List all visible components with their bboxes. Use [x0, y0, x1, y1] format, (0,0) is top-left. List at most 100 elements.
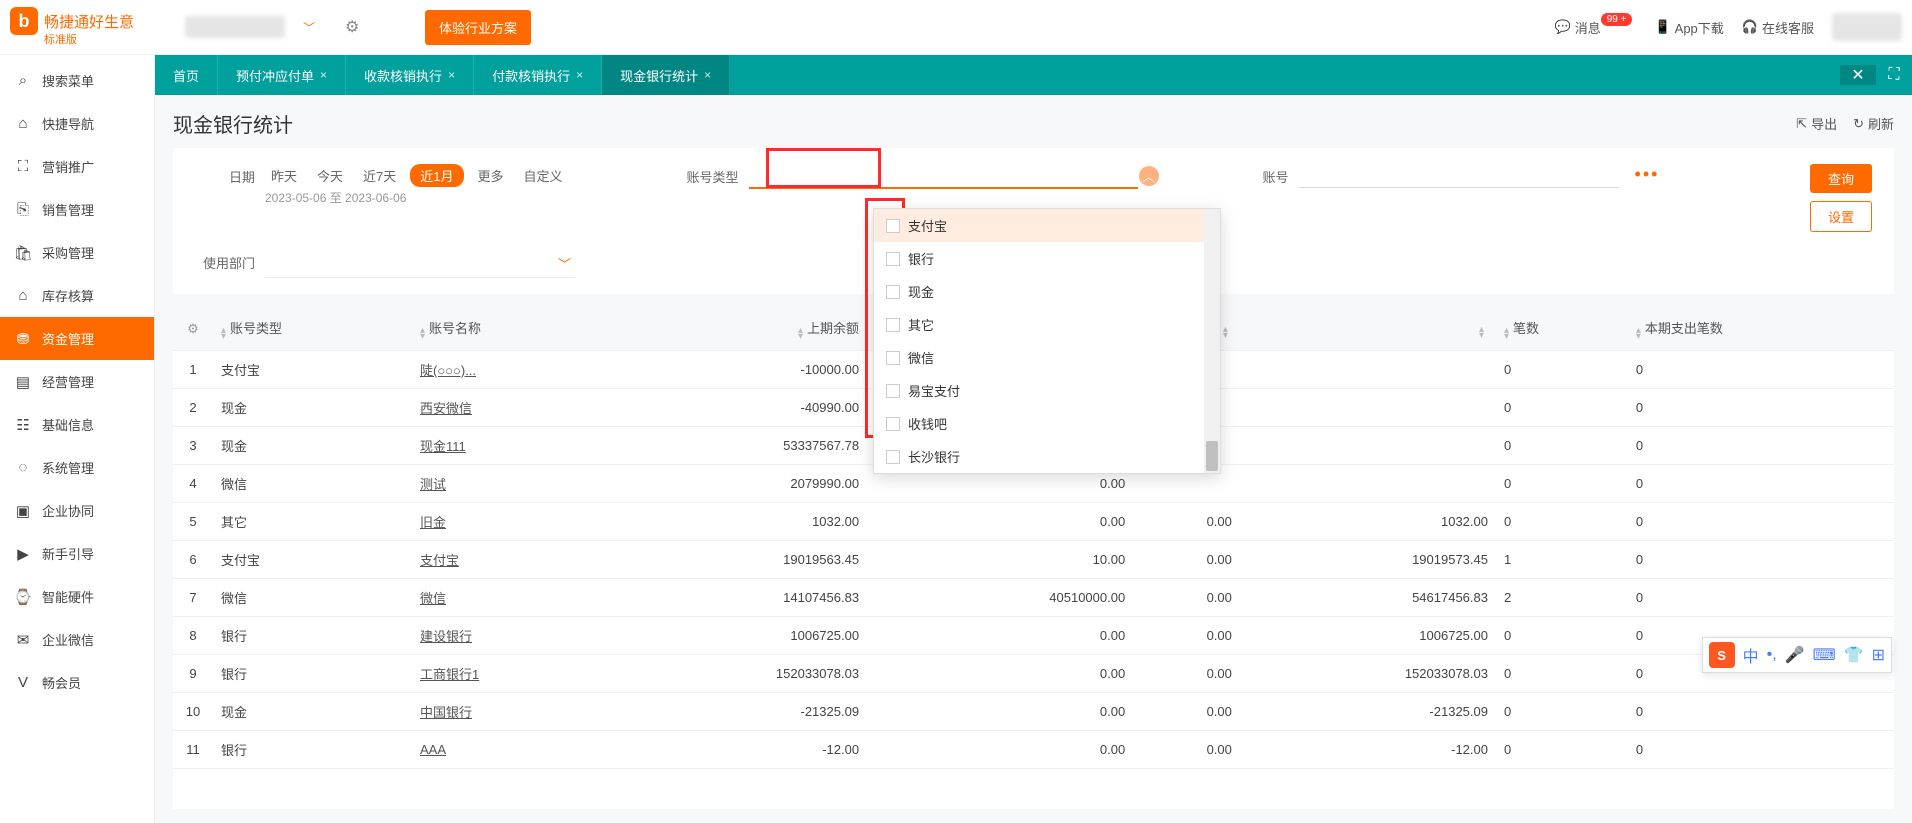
- sidebar-item[interactable]: ⌕搜索菜单: [0, 59, 154, 102]
- ime-logo-icon[interactable]: S: [1709, 642, 1735, 668]
- table-header[interactable]: ▴▾本期支出笔数: [1628, 308, 1894, 351]
- row-index: 3: [173, 427, 213, 465]
- tab[interactable]: 首页: [155, 55, 218, 95]
- checkbox[interactable]: [886, 450, 900, 464]
- checkbox[interactable]: [886, 351, 900, 365]
- scrollbar[interactable]: [1204, 209, 1220, 473]
- sidebar-item[interactable]: ⌂库存核算: [0, 274, 154, 317]
- dropdown-item[interactable]: 现金: [874, 275, 1220, 308]
- date-option[interactable]: 更多: [472, 164, 510, 187]
- tab[interactable]: 预付冲应付单 ×: [218, 55, 346, 95]
- sidebar-item[interactable]: ▣企业协同: [0, 489, 154, 532]
- dropdown-item[interactable]: 收钱吧: [874, 407, 1220, 440]
- cell-name[interactable]: 支付宝: [412, 541, 611, 579]
- close-icon[interactable]: ×: [576, 68, 583, 82]
- tab[interactable]: 现金银行统计×: [602, 55, 730, 95]
- dropdown-item[interactable]: 支付宝: [874, 209, 1220, 242]
- query-button[interactable]: 查询: [1810, 164, 1872, 193]
- tab-label: 预付冲应付单: [236, 66, 314, 85]
- checkbox[interactable]: [886, 384, 900, 398]
- table-header[interactable]: ▴▾账号名称: [412, 308, 611, 351]
- sidebar-item[interactable]: ▤经营管理: [0, 360, 154, 403]
- date-option[interactable]: 今天: [311, 164, 349, 187]
- trial-button[interactable]: 体验行业方案: [425, 10, 531, 45]
- ime-lang[interactable]: 中: [1743, 643, 1759, 667]
- cell-name[interactable]: 中国银行: [412, 693, 611, 731]
- dropdown-item[interactable]: 易宝支付: [874, 374, 1220, 407]
- sidebar-item[interactable]: ⌚智能硬件: [0, 575, 154, 618]
- row-index: 1: [173, 351, 213, 389]
- tab[interactable]: 收款核销执行×: [346, 55, 474, 95]
- sidebar-item[interactable]: ⛶营销推广: [0, 145, 154, 188]
- cell-name[interactable]: 工商银行1: [412, 655, 611, 693]
- account-type-input[interactable]: [749, 164, 1139, 189]
- cell-prev: -10000.00: [611, 351, 867, 389]
- checkbox[interactable]: [886, 219, 900, 233]
- tab-close-button[interactable]: ✕: [1840, 65, 1876, 85]
- messages-link[interactable]: 💬 消息 99 +: [1555, 18, 1637, 37]
- sidebar-item[interactable]: 🛍采购管理: [0, 231, 154, 274]
- account-input[interactable]: [1299, 164, 1619, 188]
- close-icon[interactable]: ×: [448, 68, 455, 82]
- date-option[interactable]: 昨天: [265, 164, 303, 187]
- close-icon[interactable]: ×: [320, 68, 327, 82]
- sidebar-item[interactable]: V畅会员: [0, 661, 154, 704]
- cell-name[interactable]: 建设银行: [412, 617, 611, 655]
- date-option[interactable]: 自定义: [518, 164, 569, 187]
- user-avatar-blurred[interactable]: [1832, 13, 1902, 41]
- sidebar: ⌕搜索菜单⌂快捷导航⛶营销推广⎘销售管理🛍采购管理⌂库存核算⛃资金管理▤经营管理…: [0, 55, 155, 823]
- ime-mic-icon[interactable]: 🎤: [1785, 645, 1805, 665]
- checkbox[interactable]: [886, 252, 900, 266]
- checkbox[interactable]: [886, 417, 900, 431]
- cell-name[interactable]: 现金111: [412, 427, 611, 465]
- sidebar-item[interactable]: ▶新手引导: [0, 532, 154, 575]
- settings-button[interactable]: 设置: [1810, 201, 1872, 232]
- checkbox[interactable]: [886, 318, 900, 332]
- dropdown-item[interactable]: 其它: [874, 308, 1220, 341]
- table-header[interactable]: ▴▾: [1240, 308, 1496, 351]
- cell-income: 0.00: [867, 731, 1133, 769]
- table-header[interactable]: ▴▾上期余额: [611, 308, 867, 351]
- cell-name[interactable]: 旧金: [412, 503, 611, 541]
- app-download-link[interactable]: 📱 App下载: [1654, 18, 1723, 37]
- cell-name[interactable]: 测试: [412, 465, 611, 503]
- dropdown-item[interactable]: 微信: [874, 341, 1220, 374]
- dropdown-item[interactable]: 银行: [874, 242, 1220, 275]
- cell-name[interactable]: 西安微信: [412, 389, 611, 427]
- close-icon[interactable]: ×: [704, 68, 711, 82]
- refresh-button[interactable]: ↻ 刷新: [1853, 114, 1894, 133]
- collapse-icon[interactable]: ︿: [1139, 166, 1159, 186]
- table-settings-icon[interactable]: ⚙: [173, 308, 213, 351]
- dept-select[interactable]: ﹀: [265, 250, 575, 278]
- cell-name[interactable]: 微信: [412, 579, 611, 617]
- cell-c6: 0.00: [1133, 693, 1240, 731]
- sidebar-item[interactable]: ⎘销售管理: [0, 188, 154, 231]
- date-option[interactable]: 近7天: [357, 164, 402, 187]
- gear-icon[interactable]: ⚙: [345, 17, 359, 37]
- sidebar-item[interactable]: ⛃资金管理: [0, 317, 154, 360]
- tab-fullscreen-button[interactable]: ⛶: [1876, 66, 1912, 84]
- more-icon[interactable]: •••: [1635, 164, 1660, 185]
- cell-name[interactable]: AAA: [412, 731, 611, 769]
- tab[interactable]: 付款核销执行×: [474, 55, 602, 95]
- cell-out-count: 0: [1628, 731, 1894, 769]
- ime-skin-icon[interactable]: 👕: [1844, 645, 1864, 665]
- export-button[interactable]: ⇱ 导出: [1796, 114, 1837, 133]
- online-service-link[interactable]: 🎧 在线客服: [1742, 18, 1814, 37]
- dropdown-item[interactable]: 长沙银行: [874, 440, 1220, 473]
- sidebar-item[interactable]: ◌系统管理: [0, 446, 154, 489]
- cell-name[interactable]: 陡(○○○)...: [412, 351, 611, 389]
- ime-keyboard-icon[interactable]: ⌨: [1813, 645, 1836, 665]
- sidebar-item[interactable]: ☷基础信息: [0, 403, 154, 446]
- checkbox[interactable]: [886, 285, 900, 299]
- table-header[interactable]: ▴▾笔数: [1496, 308, 1628, 351]
- date-option[interactable]: 近1月: [410, 164, 463, 187]
- cell-c7: 152033078.03: [1240, 655, 1496, 693]
- ime-punct-icon[interactable]: •,: [1767, 646, 1777, 664]
- sidebar-item[interactable]: ✉企业微信: [0, 618, 154, 661]
- sidebar-item[interactable]: ⌂快捷导航: [0, 102, 154, 145]
- ime-grid-icon[interactable]: ⊞: [1872, 645, 1885, 665]
- table-header[interactable]: ▴▾账号类型: [213, 308, 412, 351]
- org-selector[interactable]: ﹀ ⚙: [185, 16, 425, 38]
- dropdown-item-label: 长沙银行: [908, 447, 960, 466]
